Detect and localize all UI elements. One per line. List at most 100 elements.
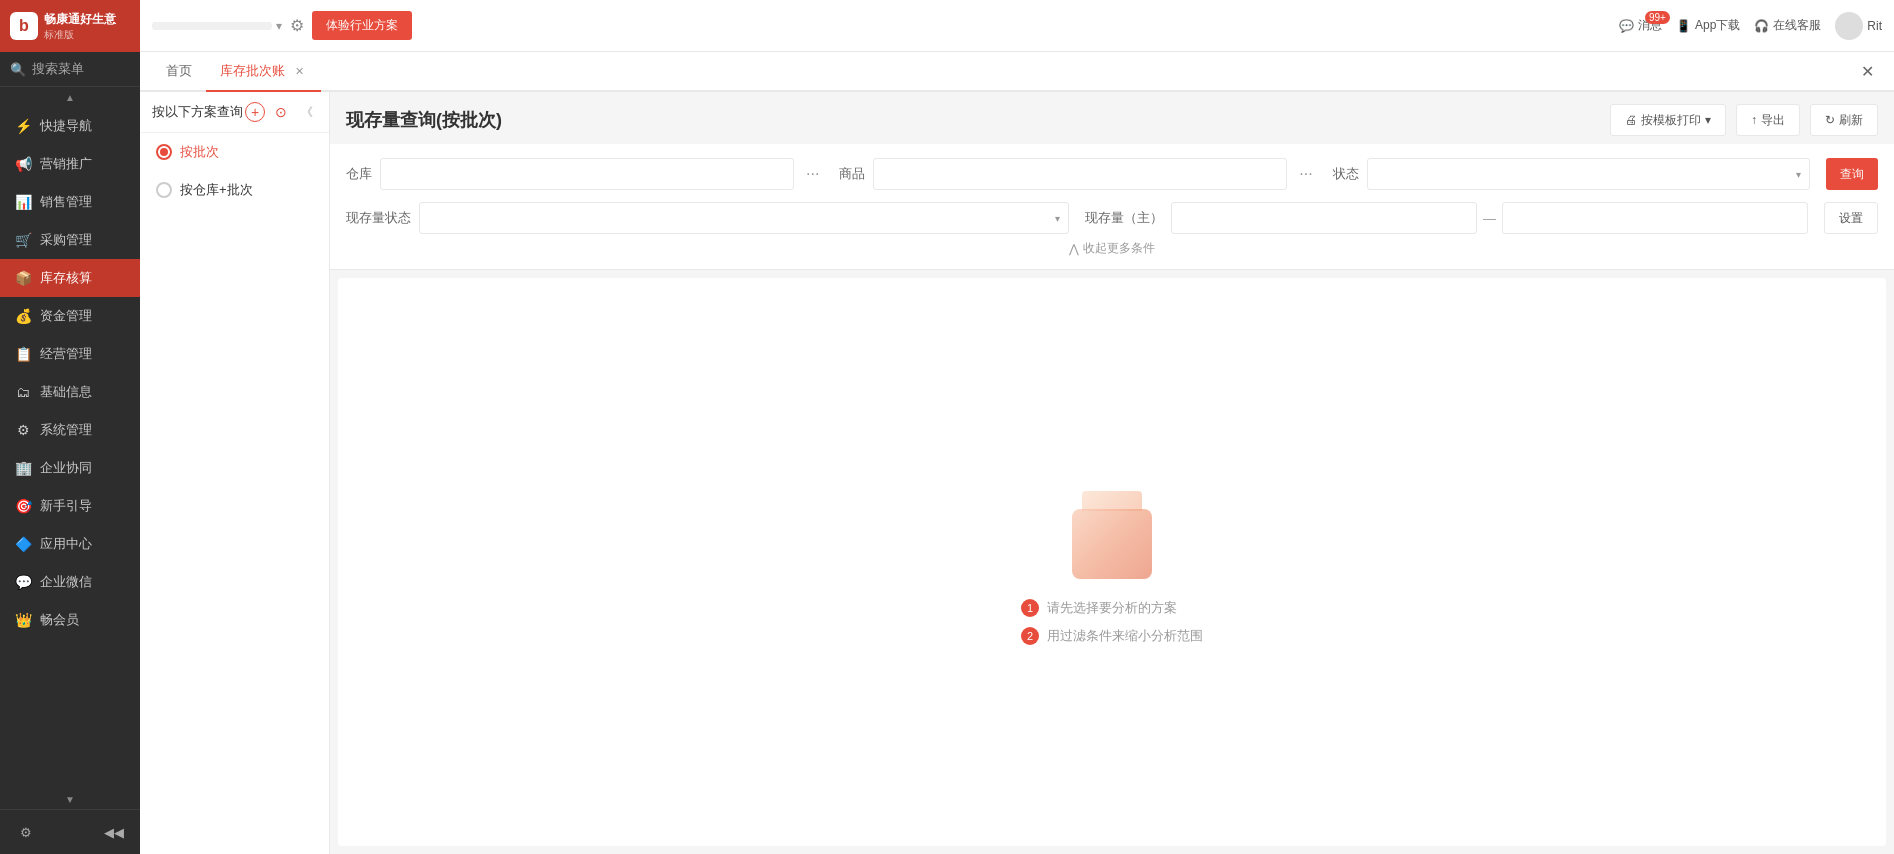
warehouse-input[interactable] xyxy=(380,158,794,190)
purchase-icon: 🛒 xyxy=(14,231,32,249)
headset-icon: 🎧 xyxy=(1754,19,1769,33)
topbar-right: 💬 消息 99+ 📱 App下载 🎧 在线客服 Rit xyxy=(1619,12,1882,40)
sidebar-item-enterprise[interactable]: 🏢 企业协同 xyxy=(0,449,140,487)
print-dropdown-icon[interactable]: ▾ xyxy=(1705,113,1711,127)
sidebar-item-basic[interactable]: 🗂 基础信息 xyxy=(0,373,140,411)
inventory-status-arrow: ▾ xyxy=(1055,213,1060,224)
filter-row-1: 仓库 ··· 商品 ··· 状态 ▾ xyxy=(346,158,1878,190)
scheme-item-by-batch[interactable]: 按批次 xyxy=(140,133,329,171)
tab-home-label: 首页 xyxy=(166,62,192,80)
warehouse-label: 仓库 xyxy=(346,165,372,183)
sidebar-item-label: 基础信息 xyxy=(40,383,92,401)
inventory-icon: 📦 xyxy=(14,269,32,287)
export-label: 导出 xyxy=(1761,112,1785,129)
sidebar-item-purchase[interactable]: 🛒 采购管理 xyxy=(0,221,140,259)
status-label: 状态 xyxy=(1333,165,1359,183)
tab-inventory-batch[interactable]: 库存批次账 ✕ xyxy=(206,52,321,92)
query-button[interactable]: 查询 xyxy=(1826,158,1878,190)
refresh-button[interactable]: ↻ 刷新 xyxy=(1810,104,1878,136)
wechat-icon: 💬 xyxy=(14,573,32,591)
user-avatar-item[interactable]: Rit xyxy=(1835,12,1882,40)
newbie-icon: 🎯 xyxy=(14,497,32,515)
content-area: 按以下方案查询 + ⊙ 《 按批次 按仓库+批次 xyxy=(140,92,1894,854)
scheme-gear-icon[interactable]: ⊙ xyxy=(271,102,291,122)
sidebar-scroll-up[interactable]: ▲ xyxy=(0,87,140,107)
sidebar-item-label: 销售管理 xyxy=(40,193,92,211)
collapse-panel-icon[interactable]: 《 xyxy=(297,102,317,122)
refresh-label: 刷新 xyxy=(1839,112,1863,129)
qty-from-input[interactable] xyxy=(1171,202,1477,234)
sales-icon: 📊 xyxy=(14,193,32,211)
collapse-conditions-bar[interactable]: ⋀ 收起更多条件 xyxy=(346,234,1878,259)
sidebar-item-system[interactable]: ⚙ 系统管理 xyxy=(0,411,140,449)
range-dash: — xyxy=(1483,211,1496,226)
sidebar-item-quick-nav[interactable]: ⚡ 快捷导航 xyxy=(0,107,140,145)
product-filter-group: 商品 ··· xyxy=(839,158,1316,190)
status-select[interactable]: ▾ xyxy=(1367,158,1810,190)
scheme-label: 按批次 xyxy=(180,143,219,161)
sidebar-item-member[interactable]: 👑 畅会员 xyxy=(0,601,140,639)
online-service-item[interactable]: 🎧 在线客服 xyxy=(1754,17,1821,34)
global-close-button[interactable]: ✕ xyxy=(1852,56,1882,86)
page-title: 现存量查询(按批次) xyxy=(346,108,502,132)
sidebar-item-finance[interactable]: 💰 资金管理 xyxy=(0,297,140,335)
sidebar-scroll-down[interactable]: ▼ xyxy=(0,789,140,809)
finance-icon: 💰 xyxy=(14,307,32,325)
sidebar-item-wechat[interactable]: 💬 企业微信 xyxy=(0,563,140,601)
left-panel-header: 按以下方案查询 + ⊙ 《 xyxy=(140,92,329,133)
print-button[interactable]: 🖨 按模板打印 ▾ xyxy=(1610,104,1726,136)
search-menu-label: 搜索菜单 xyxy=(32,60,84,78)
topbar-gear-icon[interactable]: ⚙ xyxy=(286,12,308,39)
topbar-input[interactable] xyxy=(152,22,272,30)
trial-button[interactable]: 体验行业方案 xyxy=(312,11,412,40)
message-icon-item[interactable]: 💬 消息 99+ xyxy=(1619,17,1662,34)
empty-hints: 1 请先选择要分析的方案 2 用过滤条件来缩小分析范围 xyxy=(1021,599,1203,645)
export-icon: ↑ xyxy=(1751,113,1757,127)
sidebar-footer: ⚙ ◀◀ xyxy=(0,809,140,854)
collapse-sidebar-icon[interactable]: ◀◀ xyxy=(102,820,126,844)
sidebar-item-sales[interactable]: 📊 销售管理 xyxy=(0,183,140,221)
hint-1-text: 请先选择要分析的方案 xyxy=(1047,599,1177,617)
inventory-status-select[interactable]: ▾ xyxy=(419,202,1069,234)
tab-close-icon[interactable]: ✕ xyxy=(291,63,307,79)
app-logo: b xyxy=(10,12,38,40)
hint-2-text: 用过滤条件来缩小分析范围 xyxy=(1047,627,1203,645)
sidebar-item-marketing[interactable]: 📢 营销推广 xyxy=(0,145,140,183)
print-label: 按模板打印 xyxy=(1641,112,1701,129)
add-scheme-button[interactable]: + xyxy=(245,102,265,122)
sidebar-item-label: 营销推广 xyxy=(40,155,92,173)
inventory-qty-range: — xyxy=(1171,202,1808,234)
collapse-label: 收起更多条件 xyxy=(1083,240,1155,257)
message-icon: 💬 xyxy=(1619,19,1634,33)
page-header-right: 🖨 按模板打印 ▾ ↑ 导出 ↻ 刷新 xyxy=(1610,104,1878,136)
settings-footer-icon[interactable]: ⚙ xyxy=(14,820,38,844)
sidebar-item-label: 资金管理 xyxy=(40,307,92,325)
operations-icon: 📋 xyxy=(14,345,32,363)
settings-button[interactable]: 设置 xyxy=(1824,202,1878,234)
status-select-arrow: ▾ xyxy=(1796,169,1801,180)
export-button[interactable]: ↑ 导出 xyxy=(1736,104,1800,136)
filter-area: 仓库 ··· 商品 ··· 状态 ▾ xyxy=(330,144,1894,270)
qty-to-input[interactable] xyxy=(1502,202,1808,234)
chevron-up-icon: ⋀ xyxy=(1069,242,1079,256)
basic-icon: 🗂 xyxy=(14,383,32,401)
app-download-item[interactable]: 📱 App下载 xyxy=(1676,17,1740,34)
sidebar-search[interactable]: 🔍 搜索菜单 xyxy=(0,52,140,87)
search-icon: 🔍 xyxy=(10,62,26,77)
scheme-radio-active xyxy=(156,144,172,160)
inventory-qty-group: 现存量（主） — xyxy=(1085,202,1808,234)
scheme-item-by-warehouse-batch[interactable]: 按仓库+批次 xyxy=(140,171,329,209)
sidebar-item-inventory[interactable]: 📦 库存核算 xyxy=(0,259,140,297)
left-panel: 按以下方案查询 + ⊙ 《 按批次 按仓库+批次 xyxy=(140,92,330,854)
tab-home[interactable]: 首页 xyxy=(152,52,206,92)
sidebar-item-app-center[interactable]: 🔷 应用中心 xyxy=(0,525,140,563)
sidebar-item-label: 系统管理 xyxy=(40,421,92,439)
product-more-icon[interactable]: ··· xyxy=(1295,165,1316,183)
filter-row-2: 现存量状态 ▾ 现存量（主） — xyxy=(346,202,1878,234)
sidebar-item-label: 新手引导 xyxy=(40,497,92,515)
warehouse-more-icon[interactable]: ··· xyxy=(802,165,823,183)
sidebar-item-newbie[interactable]: 🎯 新手引导 xyxy=(0,487,140,525)
app-download-label: App下载 xyxy=(1695,17,1740,34)
product-input[interactable] xyxy=(873,158,1287,190)
sidebar-item-operations[interactable]: 📋 经营管理 xyxy=(0,335,140,373)
